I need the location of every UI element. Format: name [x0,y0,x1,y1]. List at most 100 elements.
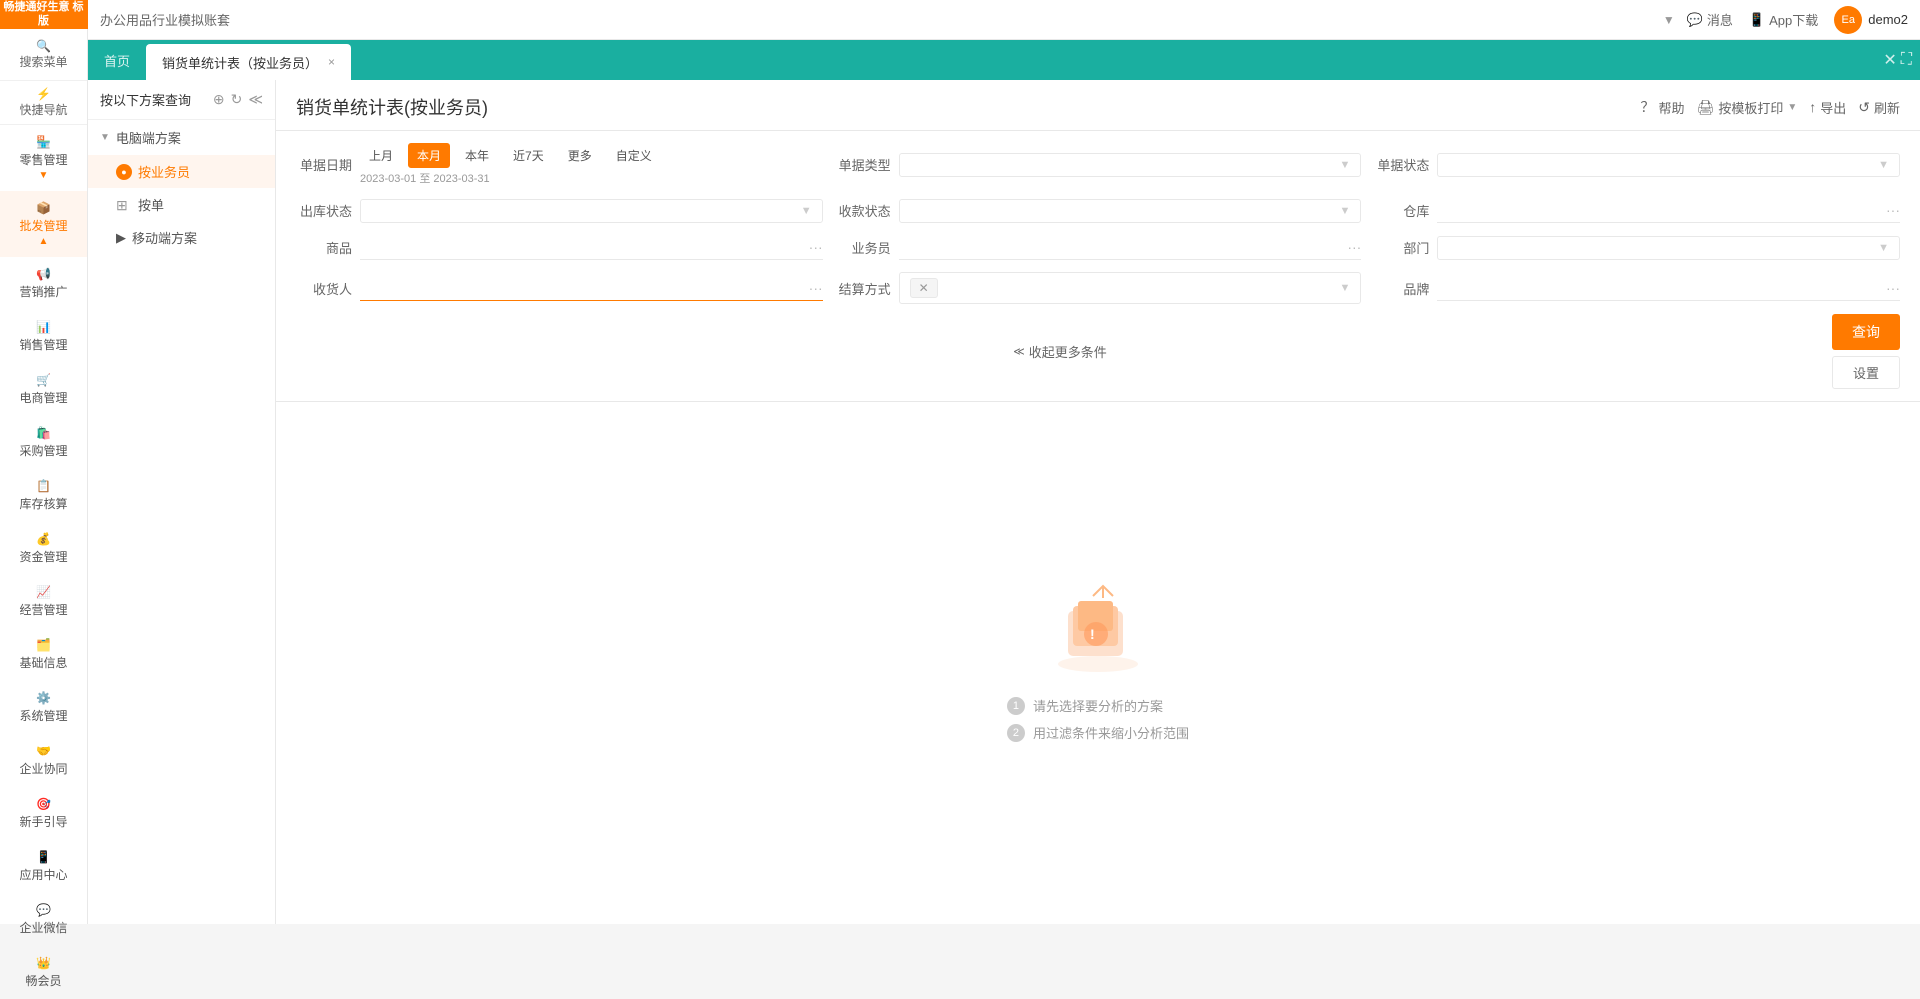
sidebar-item-purchase[interactable]: 🛍️ 采购管理 [0,416,87,469]
retail-icon: 🏪 [36,135,51,149]
scheme-group-desktop-label: 电脑端方案 [116,128,181,147]
chevron-up-icon: ≪ [1013,345,1025,358]
warehouse-dots-btn[interactable]: ··· [1886,202,1900,218]
chevron-down-icon: ▼ [100,132,110,143]
collapse-panel-btn[interactable]: ≪ [248,91,263,108]
app-download-btn[interactable]: 📱 App下载 [1749,10,1818,29]
tab-close-icon[interactable]: × [328,55,335,69]
sidebar-item-wechat[interactable]: 💬 企业微信 [0,893,87,946]
settlement-value: ✕ ▼ [899,272,1362,304]
sidebar-item-inventory[interactable]: 📋 库存核算 [0,469,87,522]
department-select[interactable]: ▼ [1437,236,1900,260]
date-btn-this-month[interactable]: 本月 [408,143,450,168]
sidebar-item-retail[interactable]: 🏪 零售管理 ▼ [0,125,87,191]
date-btn-7days[interactable]: 近7天 [504,143,553,168]
scheme-item-byorder[interactable]: ⊞ 按单 [88,188,275,221]
tab-home[interactable]: 首页 [88,40,146,80]
sidebar-item-label: 搜索菜单 [0,53,87,70]
collapse-btn[interactable]: ≪ 收起更多条件 [296,336,1824,367]
recipient-label: 收货人 [296,279,352,298]
marketing-icon: 📢 [36,267,51,281]
department-value: ▼ [1437,236,1900,260]
basic-info-icon: 🗂️ [36,638,51,652]
product-dots-btn[interactable]: ··· [809,239,823,255]
help-icon: ？ [1641,97,1655,117]
newguide-icon: 🎯 [36,797,51,811]
empty-state-step-1: 1 请先选择要分析的方案 [1007,696,1189,715]
sidebar-item-wholesale[interactable]: 📦 批发管理 ▲ [0,191,87,257]
sidebar-item-marketing[interactable]: 📢 营销推广 [0,257,87,310]
doc-status-select[interactable]: ▼ [1437,153,1900,177]
sidebar-item-ecommerce[interactable]: 🛒 电商管理 [0,363,87,416]
product-input[interactable]: ··· [360,235,823,260]
username: demo2 [1868,12,1908,27]
recipient-dots-btn[interactable]: ··· [809,280,823,296]
recipient-text-input[interactable] [360,280,805,295]
query-button[interactable]: 查询 [1832,314,1900,350]
tab-sales-stat[interactable]: 销货单统计表（按业务员） × [146,44,351,80]
avatar-initials: Ea [1842,14,1855,26]
scheme-panel: 按以下方案查询 ⊕ ↻ ≪ ▼ 电脑端方案 ● 按业务员 ⊞ 按单 [88,80,276,924]
settlement-select[interactable]: ✕ ▼ [899,272,1362,304]
sidebar-item-system[interactable]: ⚙️ 系统管理 [0,681,87,734]
out-status-select[interactable]: ▼ [360,199,823,223]
scheme-panel-title: 按以下方案查询 [100,90,191,109]
sidebar-item-newguide[interactable]: 🎯 新手引导 [0,787,87,840]
warehouse-text-input[interactable] [1437,203,1882,218]
payment-status-value: ▼ [899,199,1362,223]
logo-text: 畅捷通好生意 标版 [0,0,88,29]
salesperson-input[interactable]: ··· [899,235,1362,260]
date-btn-this-year[interactable]: 本年 [456,143,498,168]
sidebar-item-enterprise[interactable]: 🤝 企业协同 [0,734,87,787]
brand-label: 品牌 [1373,279,1429,298]
print-dropdown-icon[interactable]: ▼ [1787,102,1797,113]
date-btn-last-month[interactable]: 上月 [360,143,402,168]
sidebar-item-sales[interactable]: 📊 销售管理 [0,310,87,363]
print-btn[interactable]: 🖨 按模板打印 ▼ [1697,98,1798,117]
sidebar-item-member[interactable]: 👑 畅会员 [0,946,87,999]
doc-type-select[interactable]: ▼ [899,153,1362,177]
warehouse-input[interactable]: ··· [1437,198,1900,223]
tab-maximize-btn[interactable]: ⛶ [1901,51,1912,69]
settlement-tag-close[interactable]: ✕ [919,281,929,295]
add-scheme-btn[interactable]: ⊕ [213,91,225,108]
product-text-input[interactable] [360,240,805,255]
scheme-group-desktop-title[interactable]: ▼ 电脑端方案 [88,120,275,155]
sidebar-item-label: 系统管理 [19,707,67,724]
date-btn-more[interactable]: 更多 [559,143,601,168]
scheme-item-salesperson[interactable]: ● 按业务员 [88,155,275,188]
sidebar-item-appcenter[interactable]: 📱 应用中心 [0,840,87,893]
brand-input[interactable]: ··· [1437,276,1900,301]
page-header: 销货单统计表(按业务员) ？ 帮助 🖨 按模板打印 ▼ ↑ 导出 [276,80,1920,131]
message-btn[interactable]: 💬 消息 [1687,10,1733,29]
refresh-scheme-btn[interactable]: ↻ [231,91,243,108]
sidebar-item-label: 库存核算 [19,495,67,512]
refresh-btn[interactable]: ↺ 刷新 [1858,98,1900,117]
scheme-group-mobile-title[interactable]: ▶ 移动端方案 [88,221,275,254]
payment-status-select[interactable]: ▼ [899,199,1362,223]
export-btn[interactable]: ↑ 导出 [1809,98,1846,117]
user-menu[interactable]: Ea demo2 [1834,6,1908,34]
sidebar-item-search[interactable]: 🔍 搜索菜单 [0,29,87,81]
sidebar-item-operations[interactable]: 📈 经营管理 [0,575,87,628]
scheme-group-desktop: ▼ 电脑端方案 ● 按业务员 ⊞ 按单 [88,120,275,221]
salesperson-text-input[interactable] [899,240,1344,255]
help-btn[interactable]: ？ 帮助 [1641,97,1685,117]
recipient-input[interactable]: ··· [360,276,823,301]
filter-actions: 查询 设置 [1832,314,1900,389]
brand-dots-btn[interactable]: ··· [1886,280,1900,296]
refresh-icon: ↺ [1858,99,1870,116]
salesperson-dots-btn[interactable]: ··· [1347,239,1361,255]
settings-button[interactable]: 设置 [1832,356,1900,389]
sidebar-item-finance[interactable]: 💰 资金管理 [0,522,87,575]
date-btn-custom[interactable]: 自定义 [607,143,661,168]
breadcrumb-dropdown-icon[interactable]: ▼ [1663,13,1675,27]
scheme-panel-header-actions: ⊕ ↻ ≪ [213,91,263,108]
brand-value: ··· [1437,276,1900,301]
sidebar-item-basic-info[interactable]: 🗂️ 基础信息 [0,628,87,681]
brand-text-input[interactable] [1437,280,1882,295]
filter-doc-status: 单据状态 ▼ [1373,153,1900,177]
sidebar-item-quicknav[interactable]: ⚡ 快捷导航 [0,81,87,125]
tab-close-btn[interactable]: ✕ [1883,50,1896,70]
purchase-icon: 🛍️ [36,426,51,440]
